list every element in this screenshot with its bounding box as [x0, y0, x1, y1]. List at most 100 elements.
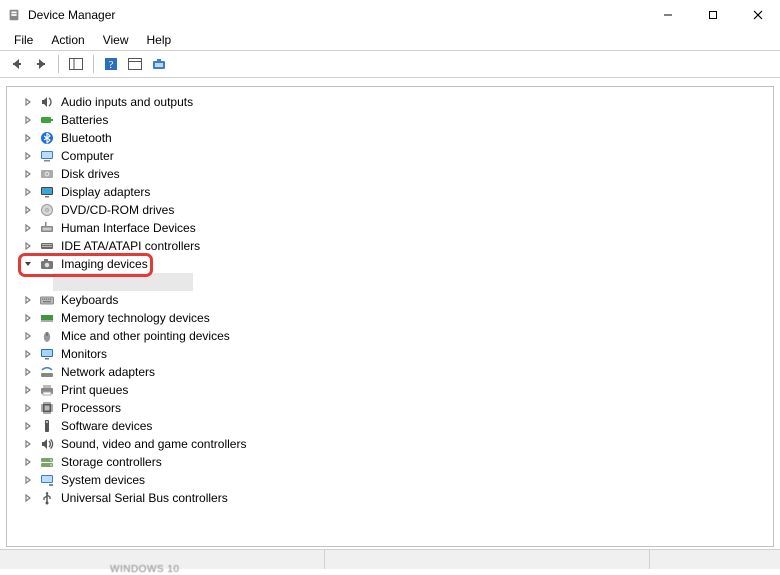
tree-node-label: Bluetooth: [59, 130, 114, 146]
chevron-right-icon[interactable]: [21, 167, 35, 181]
chevron-right-icon[interactable]: [21, 383, 35, 397]
chevron-right-icon[interactable]: [21, 347, 35, 361]
minimize-button[interactable]: [645, 0, 690, 30]
chevron-right-icon[interactable]: [21, 293, 35, 307]
tree-node[interactable]: Human Interface Devices: [21, 219, 773, 237]
software-icon: [39, 418, 55, 434]
watermark-text: WINDOWS 10: [110, 564, 179, 575]
tree-node-label: IDE ATA/ATAPI controllers: [59, 238, 202, 254]
tree-node-label: Universal Serial Bus controllers: [59, 490, 230, 506]
title-bar: Device Manager: [0, 0, 780, 30]
tree-node-label: Imaging devices: [59, 256, 150, 272]
tree-node[interactable]: Bluetooth: [21, 129, 773, 147]
chevron-right-icon[interactable]: [21, 131, 35, 145]
printer-icon: [39, 382, 55, 398]
tree-node[interactable]: Imaging devices: [21, 255, 773, 273]
menu-file[interactable]: File: [6, 31, 41, 49]
maximize-button[interactable]: [690, 0, 735, 30]
tree-node-label: System devices: [59, 472, 147, 488]
menu-help[interactable]: Help: [139, 31, 180, 49]
device-tree-panel[interactable]: Audio inputs and outputs Batteries Bluetoo…: [6, 86, 774, 547]
tree-node[interactable]: Disk drives: [21, 165, 773, 183]
chevron-right-icon[interactable]: [21, 329, 35, 343]
mouse-icon: [39, 328, 55, 344]
chevron-right-icon[interactable]: [21, 203, 35, 217]
tree-node-label: DVD/CD-ROM drives: [59, 202, 176, 218]
menu-bar: File Action View Help: [0, 30, 780, 50]
chevron-down-icon[interactable]: [21, 257, 35, 271]
tree-child-placeholder[interactable]: [53, 273, 193, 291]
chevron-right-icon[interactable]: [21, 185, 35, 199]
hid-icon: [39, 220, 55, 236]
camera-icon: [39, 256, 55, 272]
chevron-right-icon[interactable]: [21, 113, 35, 127]
tree-node[interactable]: Processors: [21, 399, 773, 417]
status-segment: [325, 550, 650, 569]
chevron-right-icon[interactable]: [21, 221, 35, 235]
device-tree: Audio inputs and outputs Batteries Bluetoo…: [7, 87, 773, 507]
forward-button[interactable]: [30, 53, 52, 75]
window-title: Device Manager: [28, 8, 115, 22]
app-icon: [6, 7, 22, 23]
disk-icon: [39, 166, 55, 182]
chevron-right-icon[interactable]: [21, 455, 35, 469]
chevron-right-icon[interactable]: [21, 401, 35, 415]
help-button[interactable]: ?: [100, 53, 122, 75]
tree-node-label: Audio inputs and outputs: [59, 94, 195, 110]
tree-node[interactable]: Computer: [21, 147, 773, 165]
tree-node[interactable]: Sound, video and game controllers: [21, 435, 773, 453]
optical-icon: [39, 202, 55, 218]
chevron-right-icon[interactable]: [21, 365, 35, 379]
tree-node-label: Print queues: [59, 382, 130, 398]
scan-hardware-button[interactable]: [148, 53, 170, 75]
tree-node-label: Monitors: [59, 346, 109, 362]
tree-node[interactable]: Print queues: [21, 381, 773, 399]
properties-button[interactable]: [124, 53, 146, 75]
tree-node[interactable]: IDE ATA/ATAPI controllers: [21, 237, 773, 255]
tree-node[interactable]: Mice and other pointing devices: [21, 327, 773, 345]
chevron-right-icon[interactable]: [21, 239, 35, 253]
tree-node[interactable]: Universal Serial Bus controllers: [21, 489, 773, 507]
show-hide-console-tree-button[interactable]: [65, 53, 87, 75]
menu-action[interactable]: Action: [43, 31, 92, 49]
monitor-icon: [39, 346, 55, 362]
chevron-right-icon[interactable]: [21, 419, 35, 433]
toolbar: ?: [0, 50, 780, 78]
tree-node-label: Human Interface Devices: [59, 220, 198, 236]
tree-node[interactable]: Monitors: [21, 345, 773, 363]
tree-node[interactable]: System devices: [21, 471, 773, 489]
chevron-right-icon[interactable]: [21, 311, 35, 325]
tree-node[interactable]: Storage controllers: [21, 453, 773, 471]
tree-node-label: Disk drives: [59, 166, 122, 182]
tree-node-label: Storage controllers: [59, 454, 164, 470]
tree-node-label: Mice and other pointing devices: [59, 328, 232, 344]
toolbar-separator: [93, 55, 94, 73]
tree-node-label: Sound, video and game controllers: [59, 436, 248, 452]
tree-node-label: Display adapters: [59, 184, 152, 200]
chevron-right-icon[interactable]: [21, 149, 35, 163]
tree-node[interactable]: Batteries: [21, 111, 773, 129]
menu-view[interactable]: View: [95, 31, 137, 49]
cpu-icon: [39, 400, 55, 416]
tree-node[interactable]: Keyboards: [21, 291, 773, 309]
back-button[interactable]: [6, 53, 28, 75]
tree-node-label: Batteries: [59, 112, 110, 128]
system-icon: [39, 472, 55, 488]
display-icon: [39, 184, 55, 200]
tree-node-label: Software devices: [59, 418, 154, 434]
tree-node[interactable]: Display adapters: [21, 183, 773, 201]
tree-node[interactable]: Memory technology devices: [21, 309, 773, 327]
chevron-right-icon[interactable]: [21, 473, 35, 487]
tree-node-label: Network adapters: [59, 364, 157, 380]
chevron-right-icon[interactable]: [21, 437, 35, 451]
chevron-right-icon[interactable]: [21, 491, 35, 505]
chevron-right-icon[interactable]: [21, 95, 35, 109]
tree-node-label: Processors: [59, 400, 123, 416]
tree-node[interactable]: DVD/CD-ROM drives: [21, 201, 773, 219]
tree-node[interactable]: Network adapters: [21, 363, 773, 381]
bluetooth-icon: [39, 130, 55, 146]
tree-node-label: Keyboards: [59, 292, 120, 308]
tree-node[interactable]: Audio inputs and outputs: [21, 93, 773, 111]
close-button[interactable]: [735, 0, 780, 30]
tree-node[interactable]: Software devices: [21, 417, 773, 435]
